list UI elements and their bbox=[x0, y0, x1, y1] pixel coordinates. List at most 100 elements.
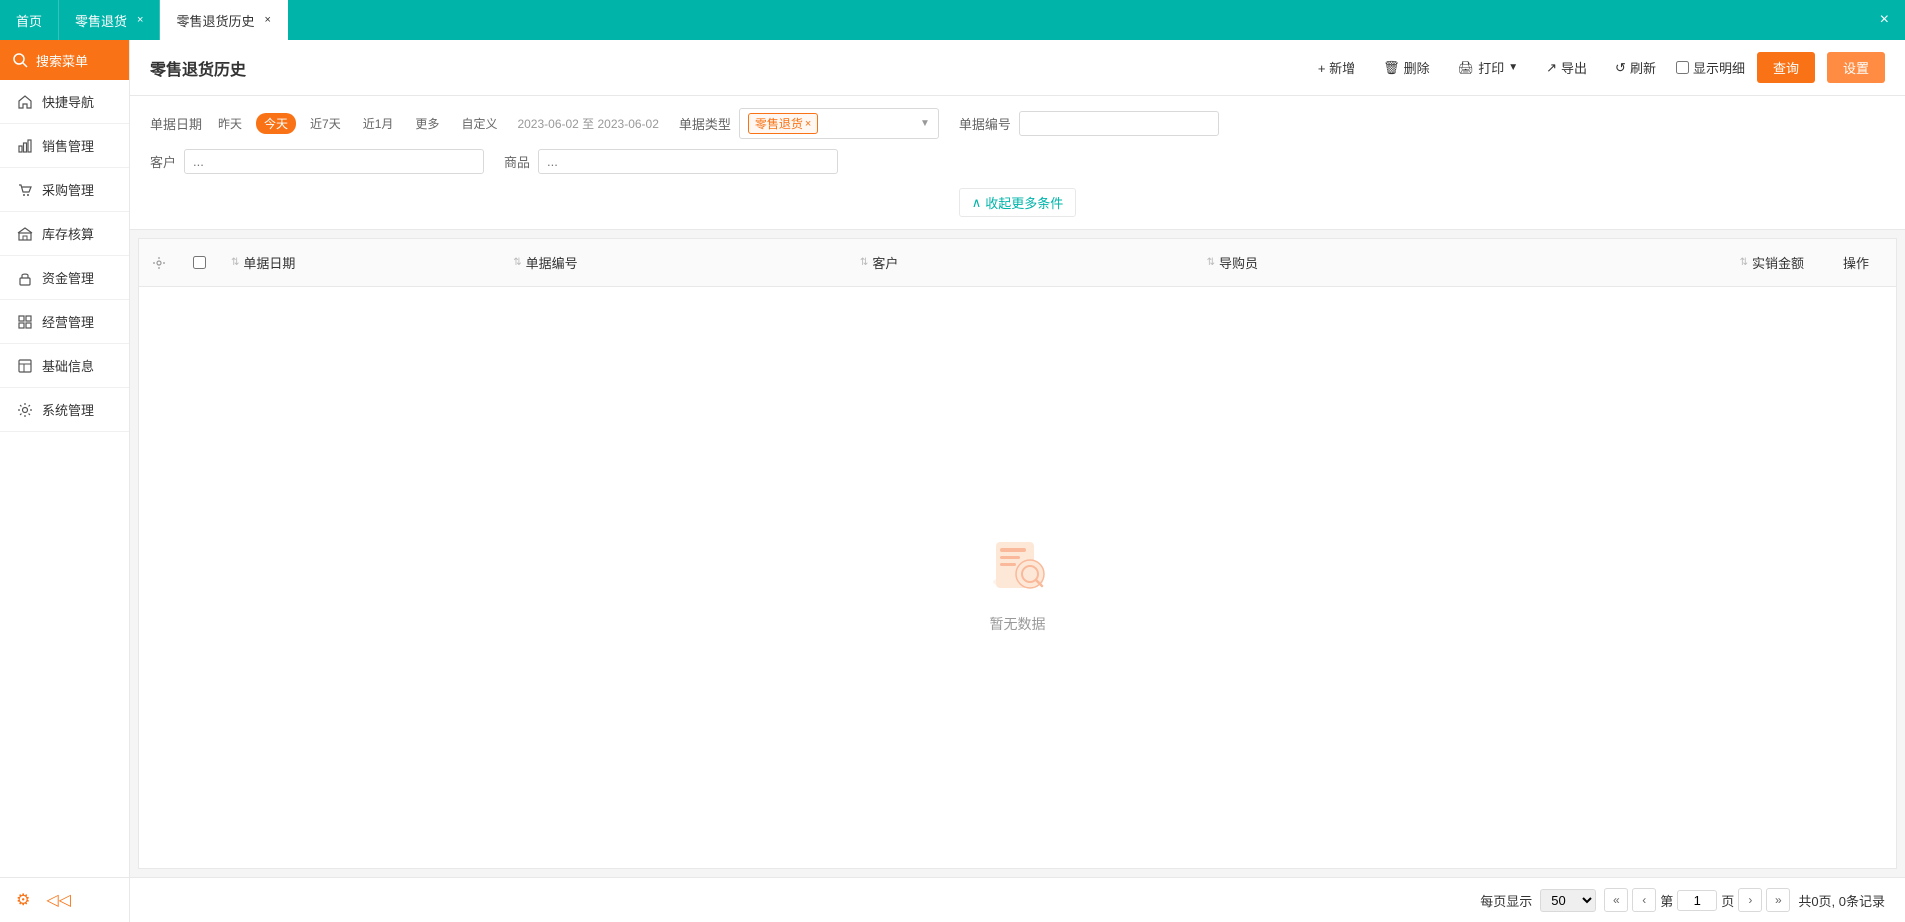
sidebar-search[interactable]: 搜索菜单 bbox=[0, 40, 129, 80]
date-btn-custom[interactable]: 自定义 bbox=[453, 113, 505, 134]
prev-page-button[interactable]: ‹ bbox=[1632, 888, 1656, 912]
date-btn-today[interactable]: 今天 bbox=[256, 113, 296, 134]
customer-filter-label: 客户 bbox=[150, 152, 176, 171]
sidebar-item-inventory-label: 库存核算 bbox=[42, 224, 94, 243]
tab-retail-return-history-label: 零售退货历史 bbox=[176, 11, 254, 30]
sidebar-item-quick-nav[interactable]: 快捷导航 bbox=[0, 80, 129, 124]
th-date-label: 单据日期 bbox=[243, 253, 295, 272]
sidebar-item-sales-label: 销售管理 bbox=[42, 136, 94, 155]
table-checkbox-all[interactable] bbox=[179, 250, 219, 275]
date-btn-yesterday[interactable]: 昨天 bbox=[210, 113, 250, 134]
page-navigation: « ‹ 第 页 › » bbox=[1604, 888, 1790, 912]
date-btn-today-label: 今天 bbox=[264, 117, 288, 131]
collapse-label: 收起更多条件 bbox=[985, 193, 1063, 212]
type-filter-select[interactable]: 零售退货 × ▼ bbox=[739, 108, 939, 139]
per-page-select[interactable]: 50 10 20 100 bbox=[1540, 889, 1596, 912]
export-button-label: 导出 bbox=[1561, 58, 1587, 77]
date-btn-custom-label: 自定义 bbox=[461, 117, 497, 131]
refresh-icon: ↺ bbox=[1615, 60, 1626, 76]
page-title: 零售退货历史 bbox=[150, 56, 246, 80]
sidebar-item-inventory[interactable]: 库存核算 bbox=[0, 212, 129, 256]
type-filter-tag-close[interactable]: × bbox=[805, 118, 811, 130]
tab-home[interactable]: 首页 bbox=[0, 0, 59, 40]
date-filter-label: 单据日期 bbox=[150, 114, 202, 133]
sidebar-search-label: 搜索菜单 bbox=[36, 51, 88, 70]
goods-filter-input[interactable] bbox=[538, 149, 838, 174]
voucher-filter-label: 单据编号 bbox=[959, 114, 1011, 133]
th-spacer bbox=[1477, 257, 1716, 269]
collapse-button[interactable]: ∧ 收起更多条件 bbox=[959, 188, 1077, 217]
tab-retail-return-history-close[interactable]: × bbox=[264, 14, 270, 26]
new-button[interactable]: + 新增 bbox=[1310, 54, 1363, 81]
pagination: 每页显示 50 10 20 100 « ‹ 第 页 › » 共0页, 0条记录 bbox=[130, 877, 1905, 922]
content-header: 零售退货历史 + 新增 🗑 删除 🖨 打印 ▼ ↗ 导出 bbox=[130, 40, 1905, 96]
date-btn-7days[interactable]: 近7天 bbox=[302, 113, 349, 134]
export-button[interactable]: ↗ 导出 bbox=[1538, 54, 1595, 81]
th-num-sort-icon[interactable]: ⇅ bbox=[513, 257, 521, 268]
th-action-label: 操作 bbox=[1843, 253, 1869, 272]
sidebar-item-finance-label: 资金管理 bbox=[42, 268, 94, 287]
total-info: 共0页, 0条记录 bbox=[1798, 891, 1885, 910]
show-detail-text: 显示明细 bbox=[1693, 58, 1745, 77]
sidebar-item-purchase[interactable]: 采购管理 bbox=[0, 168, 129, 212]
th-guide-label: 导购员 bbox=[1219, 253, 1258, 272]
sidebar-item-system[interactable]: 系统管理 bbox=[0, 388, 129, 432]
refresh-button-label: 刷新 bbox=[1630, 58, 1656, 77]
sidebar-audio-icon[interactable]: ◁◁ bbox=[46, 890, 71, 910]
operations-icon bbox=[16, 313, 34, 331]
voucher-filter-input[interactable] bbox=[1019, 111, 1219, 136]
query-button[interactable]: 查询 bbox=[1757, 52, 1815, 83]
first-page-button[interactable]: « bbox=[1604, 888, 1628, 912]
sidebar-item-operations-label: 经营管理 bbox=[42, 312, 94, 331]
filter-area: 单据日期 昨天 今天 近7天 近1月 bbox=[130, 96, 1905, 230]
tab-retail-return-close[interactable]: × bbox=[137, 14, 143, 26]
collapse-wrapper: ∧ 收起更多条件 bbox=[150, 184, 1885, 217]
page-prefix-label: 第 bbox=[1660, 891, 1673, 910]
empty-text: 暂无数据 bbox=[990, 614, 1046, 634]
refresh-button[interactable]: ↺ 刷新 bbox=[1607, 54, 1664, 81]
per-page-label: 每页显示 bbox=[1480, 891, 1532, 910]
th-guide-sort-icon[interactable]: ⇅ bbox=[1207, 257, 1215, 268]
show-detail-checkbox[interactable] bbox=[1676, 61, 1689, 74]
type-filter-group: 单据类型 零售退货 × ▼ bbox=[679, 108, 939, 139]
page-number-input[interactable] bbox=[1677, 890, 1717, 911]
th-date-sort-icon[interactable]: ⇅ bbox=[231, 257, 239, 268]
select-all-checkbox[interactable] bbox=[193, 256, 206, 269]
sidebar-item-finance[interactable]: 资金管理 bbox=[0, 256, 129, 300]
setting-button[interactable]: 设置 bbox=[1827, 52, 1885, 83]
query-button-label: 查询 bbox=[1773, 61, 1799, 76]
sidebar-item-sales[interactable]: 销售管理 bbox=[0, 124, 129, 168]
goods-filter-group: 商品 bbox=[504, 149, 838, 174]
th-amount-sort-icon[interactable]: ⇅ bbox=[1740, 257, 1748, 268]
delete-button[interactable]: 🗑 删除 bbox=[1375, 54, 1438, 81]
show-detail-label: 显示明细 bbox=[1676, 58, 1745, 77]
th-guide: ⇅ 导购员 bbox=[1195, 247, 1477, 278]
customer-filter-group: 客户 bbox=[150, 149, 484, 174]
print-dropdown-icon: ▼ bbox=[1508, 62, 1518, 73]
tab-retail-return[interactable]: 零售退货 × bbox=[59, 0, 160, 40]
sidebar-item-operations[interactable]: 经营管理 bbox=[0, 300, 129, 344]
sidebar-settings-icon[interactable]: ⚙ bbox=[16, 890, 30, 910]
sidebar-bottom: ⚙ ◁◁ bbox=[0, 877, 129, 922]
date-filter-group: 单据日期 昨天 今天 近7天 近1月 bbox=[150, 113, 659, 134]
date-filter-options: 昨天 今天 近7天 近1月 更多 bbox=[210, 113, 505, 134]
type-filter-tag-value: 零售退货 bbox=[755, 115, 803, 132]
table-settings-icon[interactable] bbox=[139, 250, 179, 276]
sidebar-item-purchase-label: 采购管理 bbox=[42, 180, 94, 199]
next-page-button[interactable]: › bbox=[1738, 888, 1762, 912]
delete-button-label: 删除 bbox=[1404, 58, 1430, 77]
page-unit-label: 页 bbox=[1721, 891, 1734, 910]
window-close-button[interactable]: × bbox=[1864, 11, 1905, 29]
customer-filter-input[interactable] bbox=[184, 149, 484, 174]
print-button[interactable]: 🖨 打印 ▼ bbox=[1450, 54, 1526, 81]
tab-retail-return-history[interactable]: 零售退货历史 × bbox=[160, 0, 287, 40]
date-btn-more[interactable]: 更多 bbox=[407, 113, 447, 134]
date-btn-1month[interactable]: 近1月 bbox=[355, 113, 402, 134]
last-page-button[interactable]: » bbox=[1766, 888, 1790, 912]
collapse-icon: ∧ bbox=[972, 195, 982, 211]
sidebar-item-basic[interactable]: 基础信息 bbox=[0, 344, 129, 388]
lock-icon bbox=[16, 269, 34, 287]
th-customer-sort-icon[interactable]: ⇅ bbox=[860, 257, 868, 268]
table-header: ⇅ 单据日期 ⇅ 单据编号 ⇅ 客户 ⇅ 导购员 ⇅ 实销 bbox=[139, 239, 1896, 287]
filter-row-2: 客户 商品 bbox=[150, 149, 1885, 174]
